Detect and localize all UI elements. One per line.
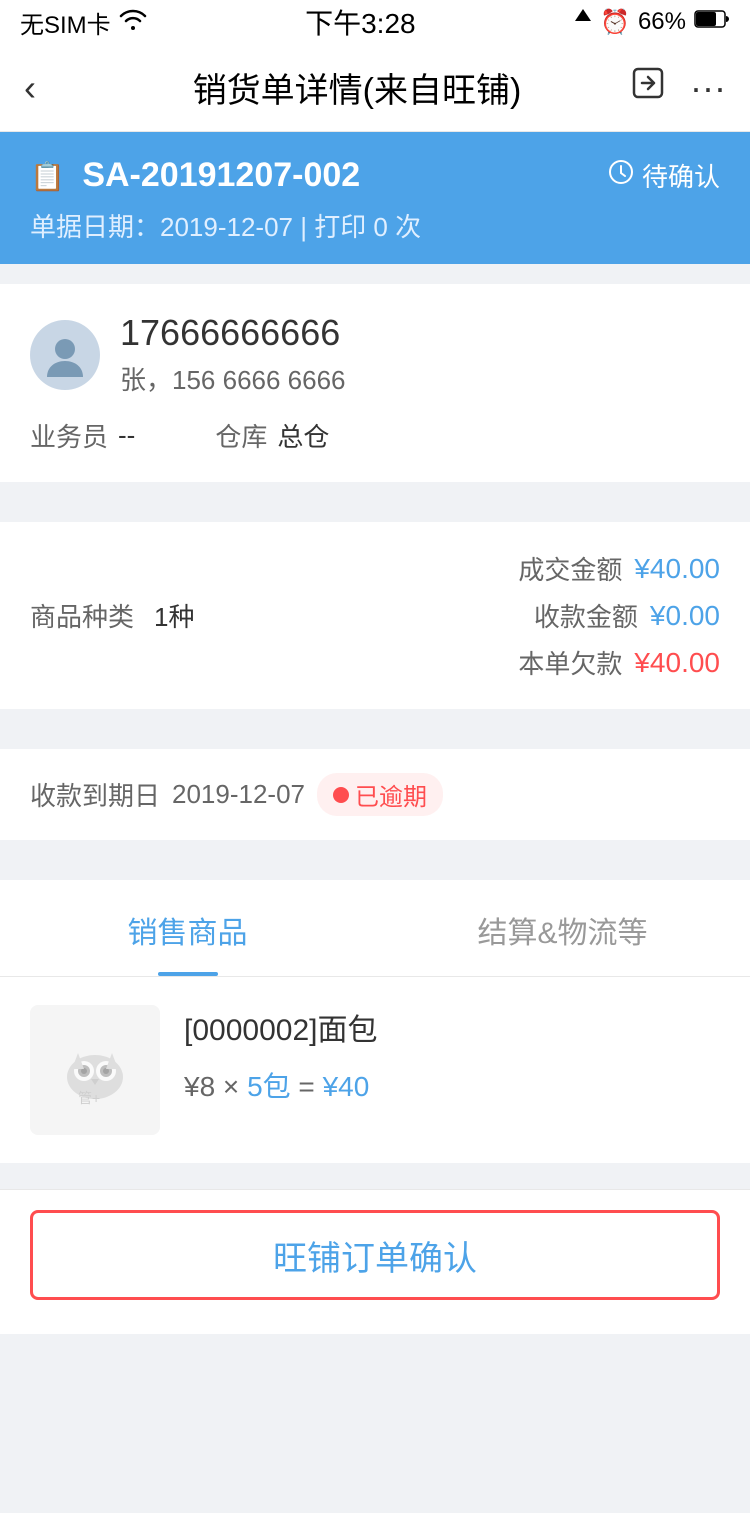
category-label: 商品种类: [30, 597, 134, 634]
customer-info: 17666666666 张，156 6666 6666: [120, 312, 346, 397]
price-total: ¥40: [323, 1071, 370, 1102]
status-bar: 无SIM卡 下午3:28 ⏰ 66%: [0, 0, 750, 44]
customer-avatar: [30, 320, 100, 390]
warehouse-label: 仓库: [215, 417, 267, 454]
clock-icon: [608, 159, 634, 192]
overdue-text: 已逾期: [355, 777, 427, 812]
amount-row: 成交金额 ¥40.00: [518, 550, 720, 587]
received-label: 收款金额: [534, 597, 638, 634]
divider-1: [0, 482, 750, 502]
overdue-dot: [333, 787, 349, 803]
battery-text: 66%: [638, 8, 686, 36]
location-icon: [574, 8, 592, 37]
order-id: 📋 SA-20191207-002: [30, 156, 360, 195]
debt-label: 本单欠款: [518, 644, 622, 681]
divider-2: [0, 709, 750, 729]
summary-section: 商品种类 1种 成交金额 ¥40.00 收款金额 ¥0.00 本单欠款 ¥40.…: [0, 522, 750, 709]
product-price: ¥8 × 5包 = ¥40: [184, 1065, 720, 1105]
overdue-badge: 已逾期: [317, 773, 443, 816]
bottom-bar: 旺铺订单确认: [0, 1189, 750, 1334]
status-left: 无SIM卡: [20, 5, 147, 40]
summary-left: 商品种类 1种: [30, 597, 194, 634]
alarm-icon: ⏰: [600, 8, 630, 37]
salesperson-item: 业务员 --: [30, 417, 135, 454]
due-date: 2019-12-07: [172, 779, 305, 810]
product-logo: 管+: [50, 1035, 140, 1105]
price-qty: 5包: [247, 1071, 291, 1102]
due-section: 收款到期日 2019-12-07 已逾期: [0, 749, 750, 840]
product-info: [0000002]面包 ¥8 × 5包 = ¥40: [184, 1005, 720, 1135]
status-time: 下午3:28: [305, 2, 416, 42]
due-label: 收款到期日: [30, 776, 160, 813]
category-value: 1种: [154, 597, 194, 634]
share-icon[interactable]: [630, 65, 666, 110]
back-button[interactable]: ‹: [24, 67, 84, 109]
status-right: ⏰ 66%: [574, 8, 730, 37]
order-header-banner: 📋 SA-20191207-002 待确认 单据日期：2019-12-07 | …: [0, 132, 750, 264]
battery-icon: [694, 8, 730, 36]
customer-phone: 17666666666: [120, 312, 346, 354]
order-icon: 📋: [30, 161, 65, 192]
salesperson-value: --: [118, 420, 135, 451]
page-title: 销货单详情(来自旺铺): [193, 63, 522, 112]
product-item: 管+ [0000002]面包 ¥8 × 5包 = ¥40: [0, 977, 750, 1163]
nav-actions: ···: [630, 65, 726, 110]
divider-3: [0, 840, 750, 860]
tab-settlement[interactable]: 结算&物流等: [375, 880, 750, 976]
more-icon[interactable]: ···: [690, 67, 726, 109]
received-value: ¥0.00: [650, 600, 720, 632]
warehouse-value: 总仓: [277, 417, 329, 454]
customer-name: 张，156 6666 6666: [120, 360, 346, 397]
order-status: 待确认: [608, 157, 720, 194]
product-image: 管+: [30, 1005, 160, 1135]
warehouse-item: 仓库 总仓: [215, 417, 329, 454]
summary-row: 商品种类 1种 成交金额 ¥40.00 收款金额 ¥0.00 本单欠款 ¥40.…: [30, 550, 720, 681]
sim-status: 无SIM卡: [20, 5, 111, 40]
bottom-spacer: [0, 1363, 750, 1513]
tabs-header: 销售商品 结算&物流等: [0, 880, 750, 977]
price-equals: =: [291, 1071, 323, 1102]
status-text: 待确认: [642, 157, 720, 194]
debt-row: 本单欠款 ¥40.00: [518, 644, 720, 681]
tabs-section: 销售商品 结算&物流等 管+: [0, 880, 750, 1163]
confirm-order-button[interactable]: 旺铺订单确认: [30, 1210, 720, 1300]
salesperson-label: 业务员: [30, 417, 108, 454]
debt-value: ¥40.00: [634, 647, 720, 679]
nav-bar: ‹ 销货单详情(来自旺铺) ···: [0, 44, 750, 132]
customer-section: 17666666666 张，156 6666 6666 业务员 -- 仓库 总仓: [0, 284, 750, 482]
order-header-top: 📋 SA-20191207-002 待确认: [30, 156, 720, 195]
svg-text:管+: 管+: [78, 1090, 100, 1105]
amount-label: 成交金额: [518, 550, 622, 587]
price-text: ¥8 ×: [184, 1071, 247, 1102]
received-row: 收款金额 ¥0.00: [534, 597, 720, 634]
wifi-icon: [119, 8, 147, 37]
customer-top: 17666666666 张，156 6666 6666: [30, 312, 720, 397]
tab-sales-products[interactable]: 销售商品: [0, 880, 375, 976]
order-date: 单据日期：2019-12-07 | 打印 0 次: [30, 207, 720, 244]
customer-meta: 业务员 -- 仓库 总仓: [30, 417, 720, 454]
amount-value: ¥40.00: [634, 553, 720, 585]
product-name: [0000002]面包: [184, 1005, 720, 1049]
summary-right: 成交金额 ¥40.00 收款金额 ¥0.00 本单欠款 ¥40.00: [518, 550, 720, 681]
